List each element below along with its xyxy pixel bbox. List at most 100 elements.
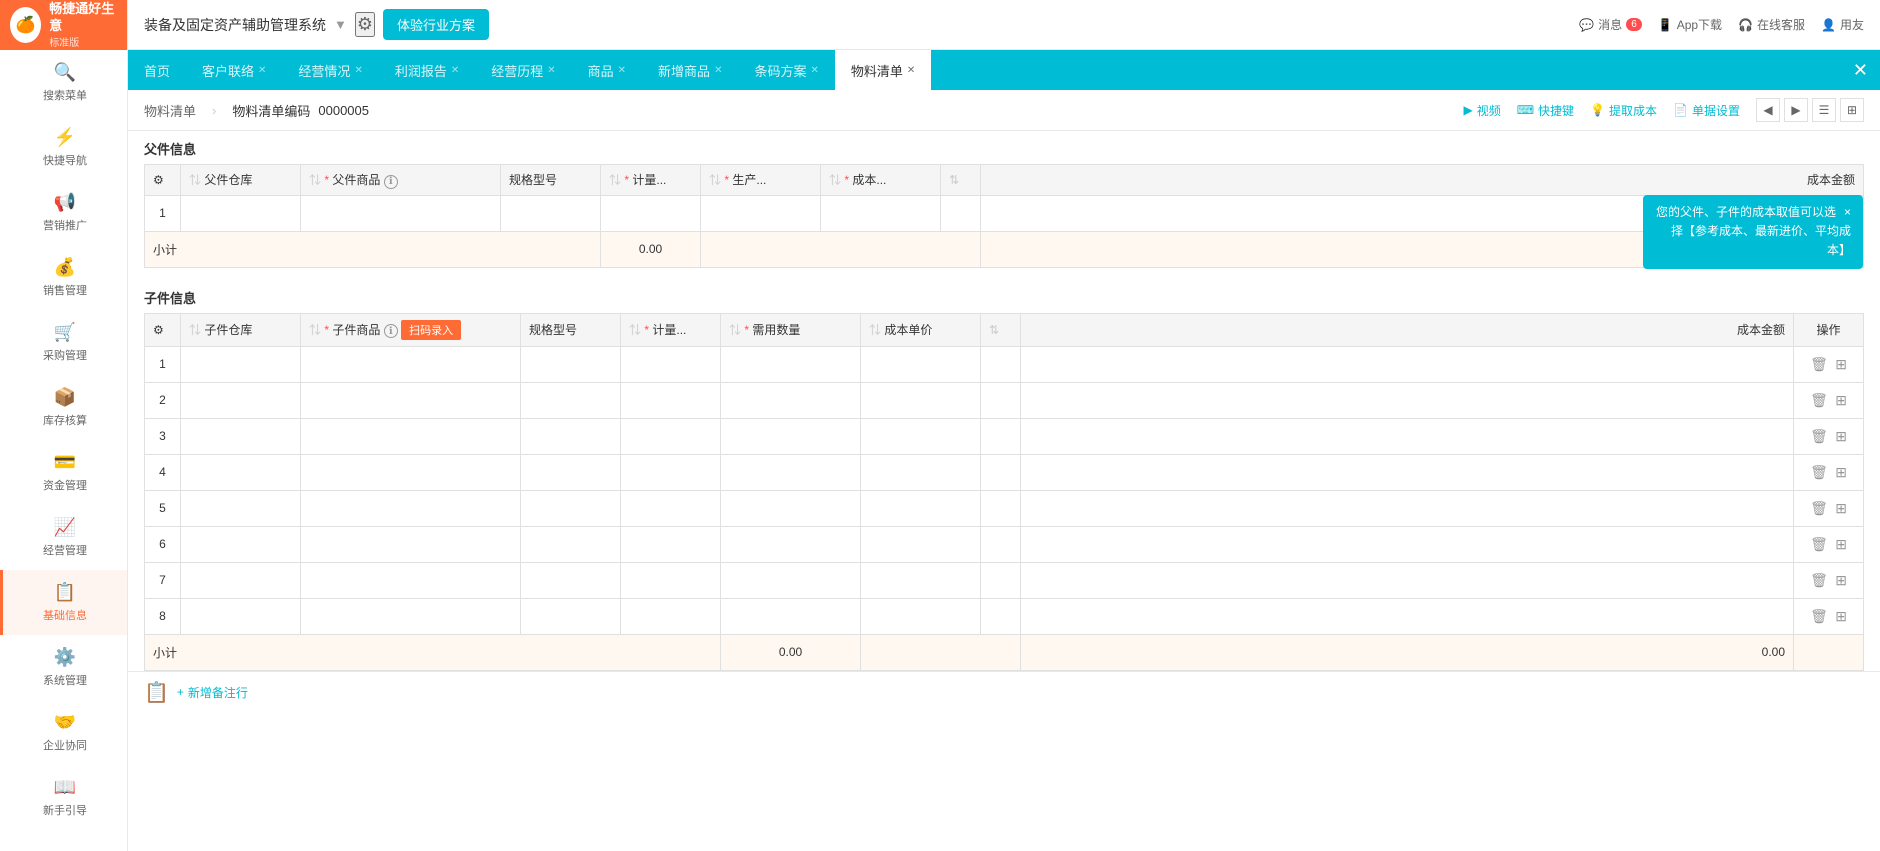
child-unit-cell[interactable] bbox=[621, 346, 721, 382]
tab-operation-status[interactable]: 经营情况 ✕ bbox=[282, 50, 378, 90]
child-unit-cell[interactable] bbox=[621, 454, 721, 490]
child-qty-cell[interactable] bbox=[721, 454, 861, 490]
child-spec-cell[interactable] bbox=[521, 382, 621, 418]
child-unit-price-cell[interactable] bbox=[861, 382, 981, 418]
trial-button[interactable]: 体验行业方案 bbox=[383, 9, 489, 40]
tab-operation-status-close[interactable]: ✕ bbox=[354, 65, 362, 76]
tab-home[interactable]: 首页 bbox=[128, 50, 186, 90]
child-qty-cell[interactable] bbox=[721, 526, 861, 562]
online-service-button[interactable]: 🎧 在线客服 bbox=[1738, 16, 1805, 33]
copy-row-button[interactable]: ⊞ bbox=[1833, 426, 1849, 447]
tab-new-goods-close[interactable]: ✕ bbox=[714, 65, 722, 76]
delete-row-button[interactable]: 🗑 bbox=[1808, 498, 1830, 519]
sidebar-item-marketing[interactable]: 📢 营销推广 bbox=[0, 180, 127, 245]
copy-row-button[interactable]: ⊞ bbox=[1833, 570, 1849, 591]
child-qty-cell[interactable] bbox=[721, 562, 861, 598]
delete-row-button[interactable]: 🗑 bbox=[1808, 426, 1830, 447]
doc-settings-action[interactable]: 📄 单据设置 bbox=[1673, 102, 1740, 119]
child-product-info-icon[interactable]: ℹ bbox=[384, 324, 398, 338]
child-unit-cell[interactable] bbox=[621, 598, 721, 634]
sidebar-item-quicknav[interactable]: ⚡ 快捷导航 bbox=[0, 115, 127, 180]
child-spec-cell[interactable] bbox=[521, 598, 621, 634]
child-warehouse-cell[interactable] bbox=[181, 382, 301, 418]
child-unit-cell[interactable] bbox=[621, 382, 721, 418]
child-warehouse-cell[interactable] bbox=[181, 526, 301, 562]
gear-button[interactable]: ⚙ bbox=[355, 12, 375, 37]
child-warehouse-cell[interactable] bbox=[181, 562, 301, 598]
tab-new-goods[interactable]: 新增商品 ✕ bbox=[642, 50, 738, 90]
tab-operation-history[interactable]: 经营历程 ✕ bbox=[475, 50, 571, 90]
child-unit-price-cell[interactable] bbox=[861, 490, 981, 526]
tab-profit-close[interactable]: ✕ bbox=[451, 65, 459, 76]
tab-barcode[interactable]: 条码方案 ✕ bbox=[738, 50, 834, 90]
child-product-cell[interactable] bbox=[301, 454, 521, 490]
tab-profit[interactable]: 利润报告 ✕ bbox=[379, 50, 475, 90]
child-unit-cell[interactable] bbox=[621, 526, 721, 562]
sidebar-item-inventory[interactable]: 📦 库存核算 bbox=[0, 375, 127, 440]
delete-row-button[interactable]: 🗑 bbox=[1808, 570, 1830, 591]
expand-button[interactable]: ⊞ bbox=[1840, 98, 1864, 122]
child-unit-price-cell[interactable] bbox=[861, 526, 981, 562]
delete-row-button[interactable]: 🗑 bbox=[1808, 354, 1830, 375]
copy-row-button[interactable]: ⊞ bbox=[1833, 390, 1849, 411]
dropdown-icon[interactable]: ▼ bbox=[334, 17, 347, 32]
parent-cost-cell[interactable] bbox=[821, 195, 941, 231]
tab-bom-close[interactable]: ✕ bbox=[907, 65, 915, 76]
parent-product-cell[interactable] bbox=[301, 195, 501, 231]
child-warehouse-cell[interactable] bbox=[181, 490, 301, 526]
parent-warehouse-cell[interactable] bbox=[181, 195, 301, 231]
parent-spec-cell[interactable] bbox=[501, 195, 601, 231]
sidebar-item-guide[interactable]: 📖 新手引导 bbox=[0, 765, 127, 830]
child-product-cell[interactable] bbox=[301, 346, 521, 382]
sidebar-item-finance[interactable]: 💳 资金管理 bbox=[0, 440, 127, 505]
child-warehouse-cell[interactable] bbox=[181, 454, 301, 490]
child-spec-cell[interactable] bbox=[521, 454, 621, 490]
parent-production-cell[interactable] bbox=[701, 195, 821, 231]
sidebar-item-system[interactable]: ⚙️ 系统管理 bbox=[0, 635, 127, 700]
child-spec-cell[interactable] bbox=[521, 526, 621, 562]
child-warehouse-cell[interactable] bbox=[181, 346, 301, 382]
tab-bom[interactable]: 物料清单 ✕ bbox=[835, 50, 931, 90]
child-product-cell[interactable] bbox=[301, 598, 521, 634]
child-qty-cell[interactable] bbox=[721, 490, 861, 526]
message-button[interactable]: 💬 消息 6 bbox=[1579, 16, 1642, 33]
copy-row-button[interactable]: ⊞ bbox=[1833, 606, 1849, 627]
tab-operation-history-close[interactable]: ✕ bbox=[547, 65, 555, 76]
child-product-cell[interactable] bbox=[301, 526, 521, 562]
child-qty-cell[interactable] bbox=[721, 382, 861, 418]
child-warehouse-cell[interactable] bbox=[181, 598, 301, 634]
child-qty-cell[interactable] bbox=[721, 346, 861, 382]
tab-barcode-close[interactable]: ✕ bbox=[810, 65, 818, 76]
delete-row-button[interactable]: 🗑 bbox=[1808, 462, 1830, 483]
add-remark-button[interactable]: + 新增备注行 bbox=[177, 684, 248, 701]
child-unit-cell[interactable] bbox=[621, 418, 721, 454]
copy-row-button[interactable]: ⊞ bbox=[1833, 498, 1849, 519]
user-button[interactable]: 👤 用友 bbox=[1821, 16, 1864, 33]
child-unit-cell[interactable] bbox=[621, 562, 721, 598]
copy-row-button[interactable]: ⊞ bbox=[1833, 462, 1849, 483]
tab-goods[interactable]: 商品 ✕ bbox=[572, 50, 642, 90]
sidebar-item-sales[interactable]: 💰 销售管理 bbox=[0, 245, 127, 310]
list-view-button[interactable]: ☰ bbox=[1812, 98, 1836, 122]
close-all-button[interactable]: ✕ bbox=[1841, 60, 1880, 81]
shortcut-action[interactable]: ⌨ 快捷键 bbox=[1517, 102, 1574, 119]
child-unit-price-cell[interactable] bbox=[861, 346, 981, 382]
parent-product-info-icon[interactable]: ℹ bbox=[384, 175, 398, 189]
copy-row-button[interactable]: ⊞ bbox=[1833, 534, 1849, 555]
child-spec-cell[interactable] bbox=[521, 418, 621, 454]
sidebar-item-search[interactable]: 🔍 搜索菜单 bbox=[0, 50, 127, 115]
child-unit-price-cell[interactable] bbox=[861, 562, 981, 598]
child-warehouse-cell[interactable] bbox=[181, 418, 301, 454]
child-qty-cell[interactable] bbox=[721, 418, 861, 454]
tooltip-close-icon[interactable]: × bbox=[1844, 203, 1851, 222]
tab-customer[interactable]: 客户联络 ✕ bbox=[186, 50, 282, 90]
copy-row-button[interactable]: ⊞ bbox=[1833, 354, 1849, 375]
child-product-cell[interactable] bbox=[301, 418, 521, 454]
sidebar-item-cooperation[interactable]: 🤝 企业协同 bbox=[0, 700, 127, 765]
sidebar-item-purchase[interactable]: 🛒 采购管理 bbox=[0, 310, 127, 375]
prev-page-button[interactable]: ◀ bbox=[1756, 98, 1780, 122]
delete-row-button[interactable]: 🗑 bbox=[1808, 606, 1830, 627]
child-qty-cell[interactable] bbox=[721, 598, 861, 634]
parent-unit-cell[interactable] bbox=[601, 195, 701, 231]
child-product-cell[interactable] bbox=[301, 382, 521, 418]
